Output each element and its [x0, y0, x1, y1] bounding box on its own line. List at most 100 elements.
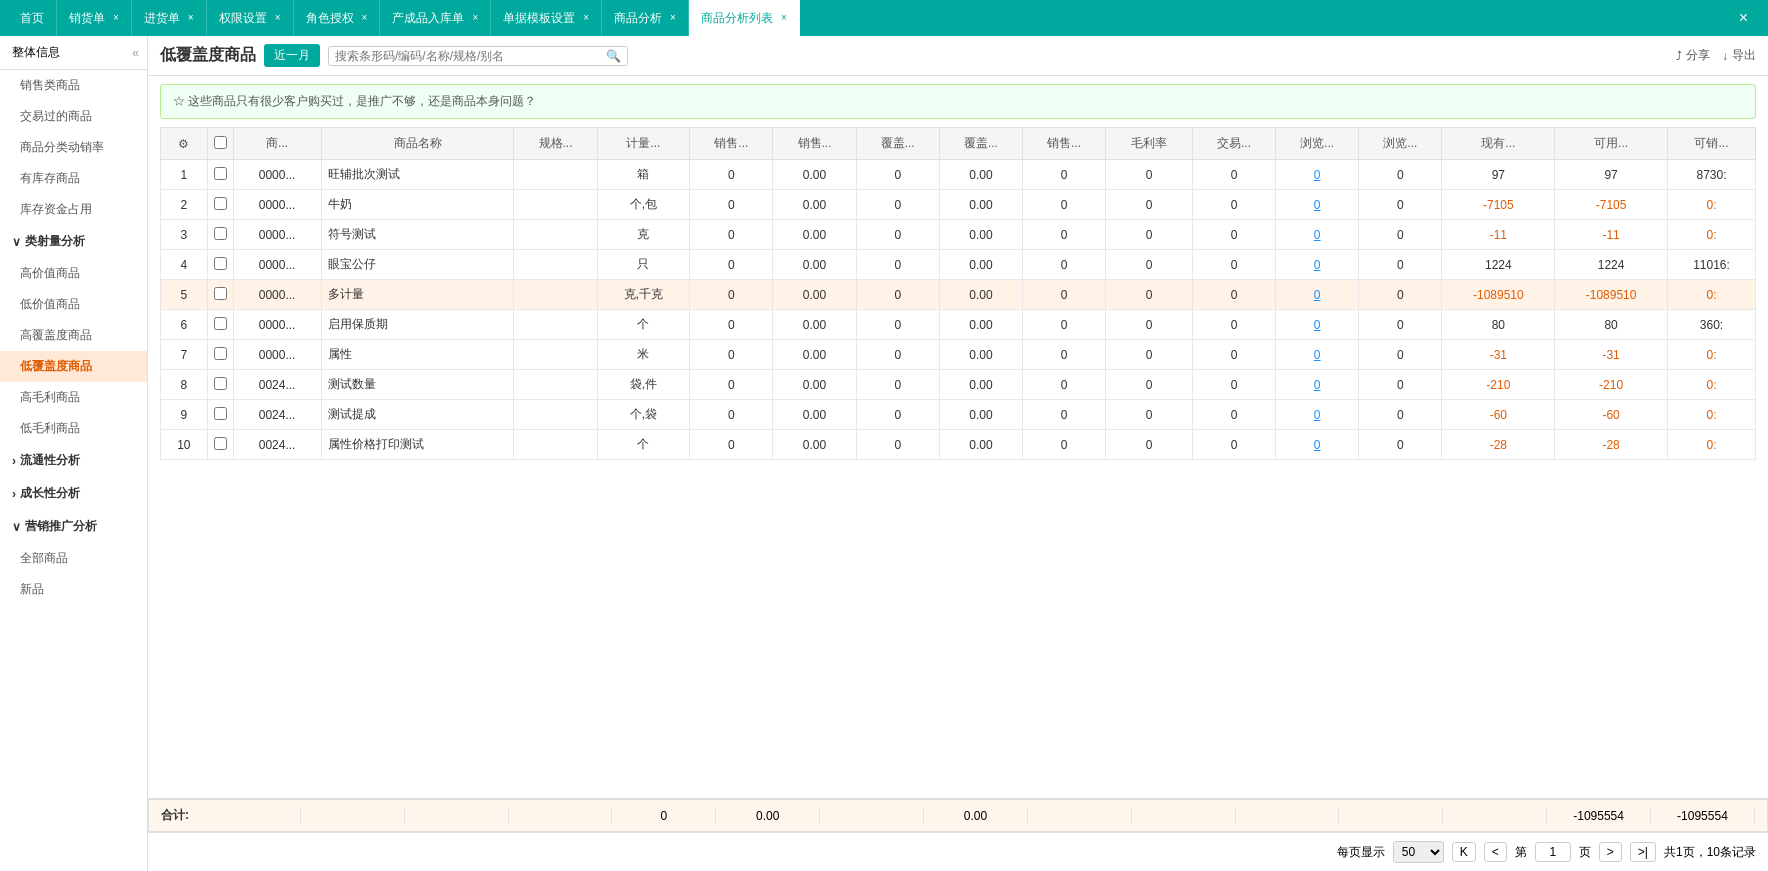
search-icon[interactable]: 🔍 [606, 49, 621, 63]
row-num: 3 [161, 220, 208, 250]
close-permissions-tab[interactable]: × [275, 0, 281, 36]
row-cover1: 0 [856, 430, 939, 460]
last-page-button[interactable]: >| [1630, 842, 1656, 862]
growth-analysis-section[interactable]: ›成长性分析 [0, 477, 147, 510]
row-browse1[interactable]: 0 [1276, 340, 1359, 370]
nav-tab-sales[interactable]: 销货单 × [57, 0, 132, 36]
row-checkbox[interactable] [207, 220, 233, 250]
sidebar-item-all-goods[interactable]: 全部商品 [0, 543, 147, 574]
row-browse1[interactable]: 0 [1276, 280, 1359, 310]
row-select-checkbox[interactable] [214, 197, 227, 210]
marketing-analysis-section[interactable]: ∨营销推广分析 [0, 510, 147, 543]
row-trade: 0 [1192, 370, 1275, 400]
sidebar-item-low-margin[interactable]: 低毛利商品 [0, 413, 147, 444]
close-template-tab[interactable]: × [583, 0, 589, 36]
row-checkbox[interactable] [207, 160, 233, 190]
row-checkbox[interactable] [207, 430, 233, 460]
quantity-analysis-section[interactable]: ∨类射量分析 [0, 225, 147, 258]
row-code: 0000... [233, 310, 321, 340]
sidebar-item-high-coverage[interactable]: 高覆盖度商品 [0, 320, 147, 351]
sidebar-item-new-goods[interactable]: 新品 [0, 574, 147, 605]
sidebar-item-high-margin[interactable]: 高毛利商品 [0, 382, 147, 413]
close-sales-tab[interactable]: × [113, 0, 119, 36]
nav-tab-home[interactable]: 首页 [8, 0, 57, 36]
close-products-tab[interactable]: × [472, 0, 478, 36]
row-browse1[interactable]: 0 [1276, 250, 1359, 280]
row-sale1: 0 [690, 400, 773, 430]
sidebar-item-capital[interactable]: 库存资金占用 [0, 194, 147, 225]
row-browse1[interactable]: 0 [1276, 190, 1359, 220]
nav-tab-permissions[interactable]: 权限设置 × [207, 0, 294, 36]
row-num: 4 [161, 250, 208, 280]
sidebar-item-in-stock[interactable]: 有库存商品 [0, 163, 147, 194]
row-select-checkbox[interactable] [214, 377, 227, 390]
row-select-checkbox[interactable] [214, 317, 227, 330]
row-browse1[interactable]: 0 [1276, 400, 1359, 430]
row-cover2: 0.00 [939, 430, 1022, 460]
close-roles-tab[interactable]: × [362, 0, 368, 36]
sidebar-item-category-rate[interactable]: 商品分类动销率 [0, 132, 147, 163]
nav-tab-analysis-list[interactable]: 商品分析列表 × [689, 0, 800, 36]
row-checkbox[interactable] [207, 280, 233, 310]
close-analysis-tab[interactable]: × [670, 0, 676, 36]
row-select-checkbox[interactable] [214, 227, 227, 240]
current-page-input[interactable] [1535, 842, 1571, 862]
row-browse1[interactable]: 0 [1276, 370, 1359, 400]
next-page-button[interactable]: > [1599, 842, 1622, 862]
export-button[interactable]: ↓ 导出 [1722, 47, 1756, 64]
close-analysis-list-tab[interactable]: × [781, 0, 787, 36]
sidebar-item-high-value[interactable]: 高价值商品 [0, 258, 147, 289]
flow-analysis-section[interactable]: ›流通性分析 [0, 444, 147, 477]
nav-tab-purchase[interactable]: 进货单 × [132, 0, 207, 36]
sidebar-item-low-coverage[interactable]: 低覆盖度商品 [0, 351, 147, 382]
search-input[interactable] [335, 49, 602, 63]
row-trade: 0 [1192, 160, 1275, 190]
col-name: 商品名称 [321, 128, 514, 160]
nav-tab-roles[interactable]: 角色授权 × [294, 0, 381, 36]
nav-tab-products[interactable]: 产成品入库单 × [380, 0, 491, 36]
page-size-select[interactable]: 50 20 100 [1393, 841, 1444, 863]
first-page-button[interactable]: K [1452, 842, 1476, 862]
close-purchase-tab[interactable]: × [188, 0, 194, 36]
table-row: 5 0000... 多计量 克,千克 0 0.00 0 0.00 0 0 0 0… [161, 280, 1756, 310]
row-checkbox[interactable] [207, 400, 233, 430]
checkbox-column-header[interactable] [207, 128, 233, 160]
row-cover2: 0.00 [939, 190, 1022, 220]
row-name: 属性价格打印测试 [321, 430, 514, 460]
share-button[interactable]: ⤴ 分享 [1676, 47, 1710, 64]
row-cover1: 0 [856, 250, 939, 280]
window-close-button[interactable]: × [1727, 9, 1760, 27]
row-checkbox[interactable] [207, 310, 233, 340]
period-button[interactable]: 近一月 [264, 44, 320, 67]
row-num: 10 [161, 430, 208, 460]
row-cover2: 0.00 [939, 160, 1022, 190]
row-select-checkbox[interactable] [214, 287, 227, 300]
row-select-checkbox[interactable] [214, 437, 227, 450]
sidebar-item-low-value[interactable]: 低价值商品 [0, 289, 147, 320]
row-select-checkbox[interactable] [214, 257, 227, 270]
row-sale1: 0 [690, 430, 773, 460]
sidebar-item-traded-goods[interactable]: 交易过的商品 [0, 101, 147, 132]
row-current: 1224 [1442, 250, 1555, 280]
row-sale1: 0 [690, 310, 773, 340]
row-browse1[interactable]: 0 [1276, 220, 1359, 250]
row-margin: 0 [1106, 250, 1193, 280]
row-checkbox[interactable] [207, 190, 233, 220]
row-browse1[interactable]: 0 [1276, 160, 1359, 190]
row-select-checkbox[interactable] [214, 167, 227, 180]
row-browse1[interactable]: 0 [1276, 310, 1359, 340]
row-select-checkbox[interactable] [214, 347, 227, 360]
nav-tab-template[interactable]: 单据模板设置 × [491, 0, 602, 36]
row-checkbox[interactable] [207, 340, 233, 370]
row-checkbox[interactable] [207, 370, 233, 400]
row-checkbox[interactable] [207, 250, 233, 280]
row-browse1[interactable]: 0 [1276, 430, 1359, 460]
settings-column-header[interactable]: ⚙ [161, 128, 208, 160]
sidebar-item-sales-goods[interactable]: 销售类商品 [0, 70, 147, 101]
row-select-checkbox[interactable] [214, 407, 227, 420]
row-sellable: 360: [1667, 310, 1755, 340]
prev-page-button[interactable]: < [1484, 842, 1507, 862]
sidebar-collapse-button[interactable]: « [132, 46, 139, 60]
nav-tab-analysis[interactable]: 商品分析 × [602, 0, 689, 36]
select-all-checkbox[interactable] [214, 136, 227, 149]
